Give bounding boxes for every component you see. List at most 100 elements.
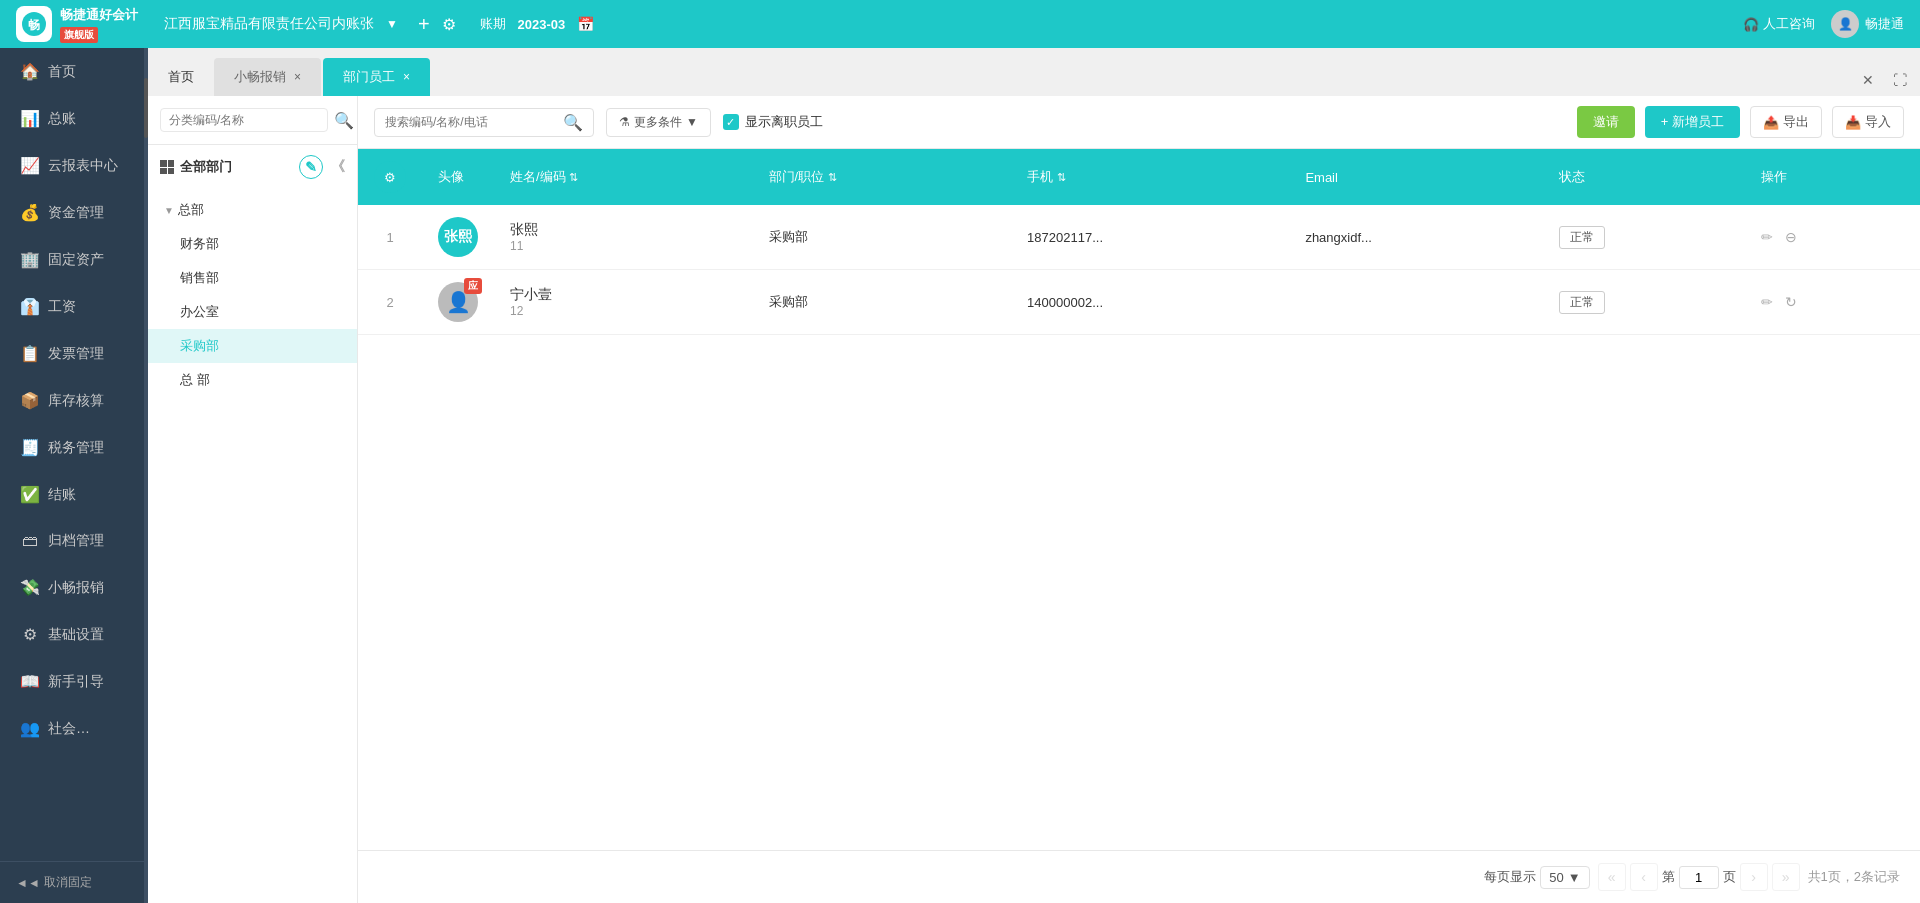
logout-icon[interactable]: ⊖: [1785, 229, 1797, 245]
sidebar-item-close-period[interactable]: ✅ 结账: [0, 471, 148, 518]
filter-arrow: ▼: [686, 115, 698, 129]
search-input[interactable]: [385, 115, 557, 129]
import-icon: 📥: [1845, 115, 1861, 130]
svg-text:畅: 畅: [28, 18, 40, 32]
sidebar-item-guide[interactable]: 📖 新手引导: [0, 658, 148, 705]
service-button[interactable]: 🎧 人工咨询: [1743, 15, 1815, 33]
tab-expense-close[interactable]: ×: [294, 70, 301, 84]
user-avatar: 👤: [1831, 10, 1859, 38]
show-resign-toggle[interactable]: ✓ 显示离职员工: [723, 113, 823, 131]
sidebar-item-inventory[interactable]: 📦 库存核算: [0, 377, 148, 424]
dept-node-sales[interactable]: 销售部: [148, 261, 357, 295]
inventory-icon: 📦: [20, 391, 40, 410]
dept-search-icon[interactable]: 🔍: [334, 111, 354, 130]
sidebar-item-reports[interactable]: 📈 云报表中心: [0, 142, 148, 189]
tab-close-all-btn[interactable]: ✕: [1856, 68, 1880, 92]
invite-label: 邀请: [1593, 114, 1619, 129]
row-action-cell: ✏ ⊖: [1745, 205, 1920, 270]
sidebar-item-invoice[interactable]: 📋 发票管理: [0, 330, 148, 377]
col-phone[interactable]: 手机: [1011, 149, 1289, 205]
dept-header-actions: ✎ 《: [299, 155, 345, 179]
sidebar-item-settings[interactable]: ⚙ 基础设置: [0, 611, 148, 658]
add-employee-button[interactable]: + 新增员工: [1645, 106, 1740, 138]
tabbar: 首页 小畅报销 × 部门员工 × ✕ ⛶: [148, 48, 1920, 96]
dept-all-header[interactable]: 全部部门 ✎ 《: [148, 145, 357, 189]
add-icon[interactable]: +: [418, 13, 430, 36]
page-input[interactable]: [1679, 866, 1719, 889]
sidebar-item-archive[interactable]: 🗃 归档管理: [0, 518, 148, 564]
sidebar-item-home[interactable]: 🏠 首页: [0, 48, 148, 95]
social-icon: 👥: [20, 719, 40, 738]
col-action: 操作: [1745, 149, 1920, 205]
resign-label: 显示离职员工: [745, 113, 823, 131]
dept-search-input[interactable]: [160, 108, 328, 132]
dept-node-label: 总 部: [180, 372, 210, 387]
col-settings[interactable]: ⚙: [358, 149, 422, 205]
search-icon[interactable]: 🔍: [563, 113, 583, 132]
period-value: 2023-03: [518, 17, 566, 32]
row-email-cell: [1289, 270, 1543, 335]
dept-node-general[interactable]: 总 部: [148, 363, 357, 397]
table-row: 1 张熙 张熙 11 采购部: [358, 205, 1920, 270]
sidebar-scrollbar[interactable]: [144, 48, 148, 903]
employee-code: 12: [510, 304, 737, 318]
dept-node-purchasing[interactable]: 采购部: [148, 329, 357, 363]
employee-email: zhangxidf...: [1305, 230, 1372, 245]
tab-employees-close[interactable]: ×: [403, 70, 410, 84]
page-size-box[interactable]: 50 ▼: [1540, 866, 1589, 889]
tab-expand-btn[interactable]: ⛶: [1888, 68, 1912, 92]
edit-icon[interactable]: ✏: [1761, 294, 1773, 310]
add-emp-label: + 新增员工: [1661, 113, 1724, 131]
gear-button[interactable]: ⚙: [374, 161, 406, 193]
export-label: 导出: [1783, 113, 1809, 131]
funds-icon: 💰: [20, 203, 40, 222]
tab-employees[interactable]: 部门员工 ×: [323, 58, 430, 96]
col-name[interactable]: 姓名/编码: [494, 149, 753, 205]
sidebar-item-tax[interactable]: 🧾 税务管理: [0, 424, 148, 471]
export-button[interactable]: 📤 导出: [1750, 106, 1822, 138]
sidebar-item-assets[interactable]: 🏢 固定资产: [0, 236, 148, 283]
invite-button[interactable]: 邀请: [1577, 106, 1635, 138]
trial-badge: 旗舰版: [60, 27, 98, 43]
sidebar-item-ledger[interactable]: 📊 总账: [0, 95, 148, 142]
sidebar-item-label: 小畅报销: [48, 579, 104, 597]
filter-button[interactable]: ⚗ 更多条件 ▼: [606, 108, 711, 137]
employee-phone: 187202117...: [1027, 230, 1103, 245]
tax-icon: 🧾: [20, 438, 40, 457]
first-page-btn[interactable]: «: [1598, 863, 1626, 891]
refresh-icon[interactable]: ↻: [1785, 294, 1797, 310]
next-page-btn[interactable]: ›: [1740, 863, 1768, 891]
dept-edit-btn[interactable]: ✎: [299, 155, 323, 179]
prev-page-btn[interactable]: ‹: [1630, 863, 1658, 891]
tab-home[interactable]: 首页: [148, 58, 214, 96]
settings-icon[interactable]: ⚙: [442, 15, 456, 34]
sidebar-item-label: 新手引导: [48, 673, 104, 691]
user-info[interactable]: 👤 畅捷通: [1831, 10, 1904, 38]
sidebar-item-label: 工资: [48, 298, 76, 316]
sidebar-item-label: 云报表中心: [48, 157, 118, 175]
col-dept[interactable]: 部门/职位: [753, 149, 1012, 205]
sidebar-item-social[interactable]: 👥 社会…: [0, 705, 148, 752]
expense-icon: 💸: [20, 578, 40, 597]
dept-node-label: 财务部: [180, 236, 219, 251]
page-size-select: 每页显示 50 ▼: [1484, 866, 1589, 889]
dept-node-finance[interactable]: 财务部: [148, 227, 357, 261]
sidebar-item-funds[interactable]: 💰 资金管理: [0, 189, 148, 236]
dropdown-arrow[interactable]: ▼: [386, 17, 398, 31]
dept-node-office[interactable]: 办公室: [148, 295, 357, 329]
edit-icon[interactable]: ✏: [1761, 229, 1773, 245]
sidebar-item-expense[interactable]: 💸 小畅报销: [0, 564, 148, 611]
sidebar-item-salary[interactable]: 👔 工资: [0, 283, 148, 330]
export-icon: 📤: [1763, 115, 1779, 130]
tab-expense[interactable]: 小畅报销 ×: [214, 58, 321, 96]
archive-icon: 🗃: [20, 532, 40, 550]
resign-checkbox[interactable]: ✓: [723, 114, 739, 130]
dept-node-headquarters[interactable]: ▼ 总部: [148, 193, 357, 227]
calendar-icon[interactable]: 📅: [577, 16, 594, 32]
unpin-button[interactable]: ◄◄ 取消固定: [0, 861, 148, 903]
page-size-label: 每页显示: [1484, 868, 1536, 886]
invoice-icon: 📋: [20, 344, 40, 363]
import-button[interactable]: 📥 导入: [1832, 106, 1904, 138]
last-page-btn[interactable]: »: [1772, 863, 1800, 891]
dept-collapse-btn[interactable]: 《: [331, 158, 345, 176]
